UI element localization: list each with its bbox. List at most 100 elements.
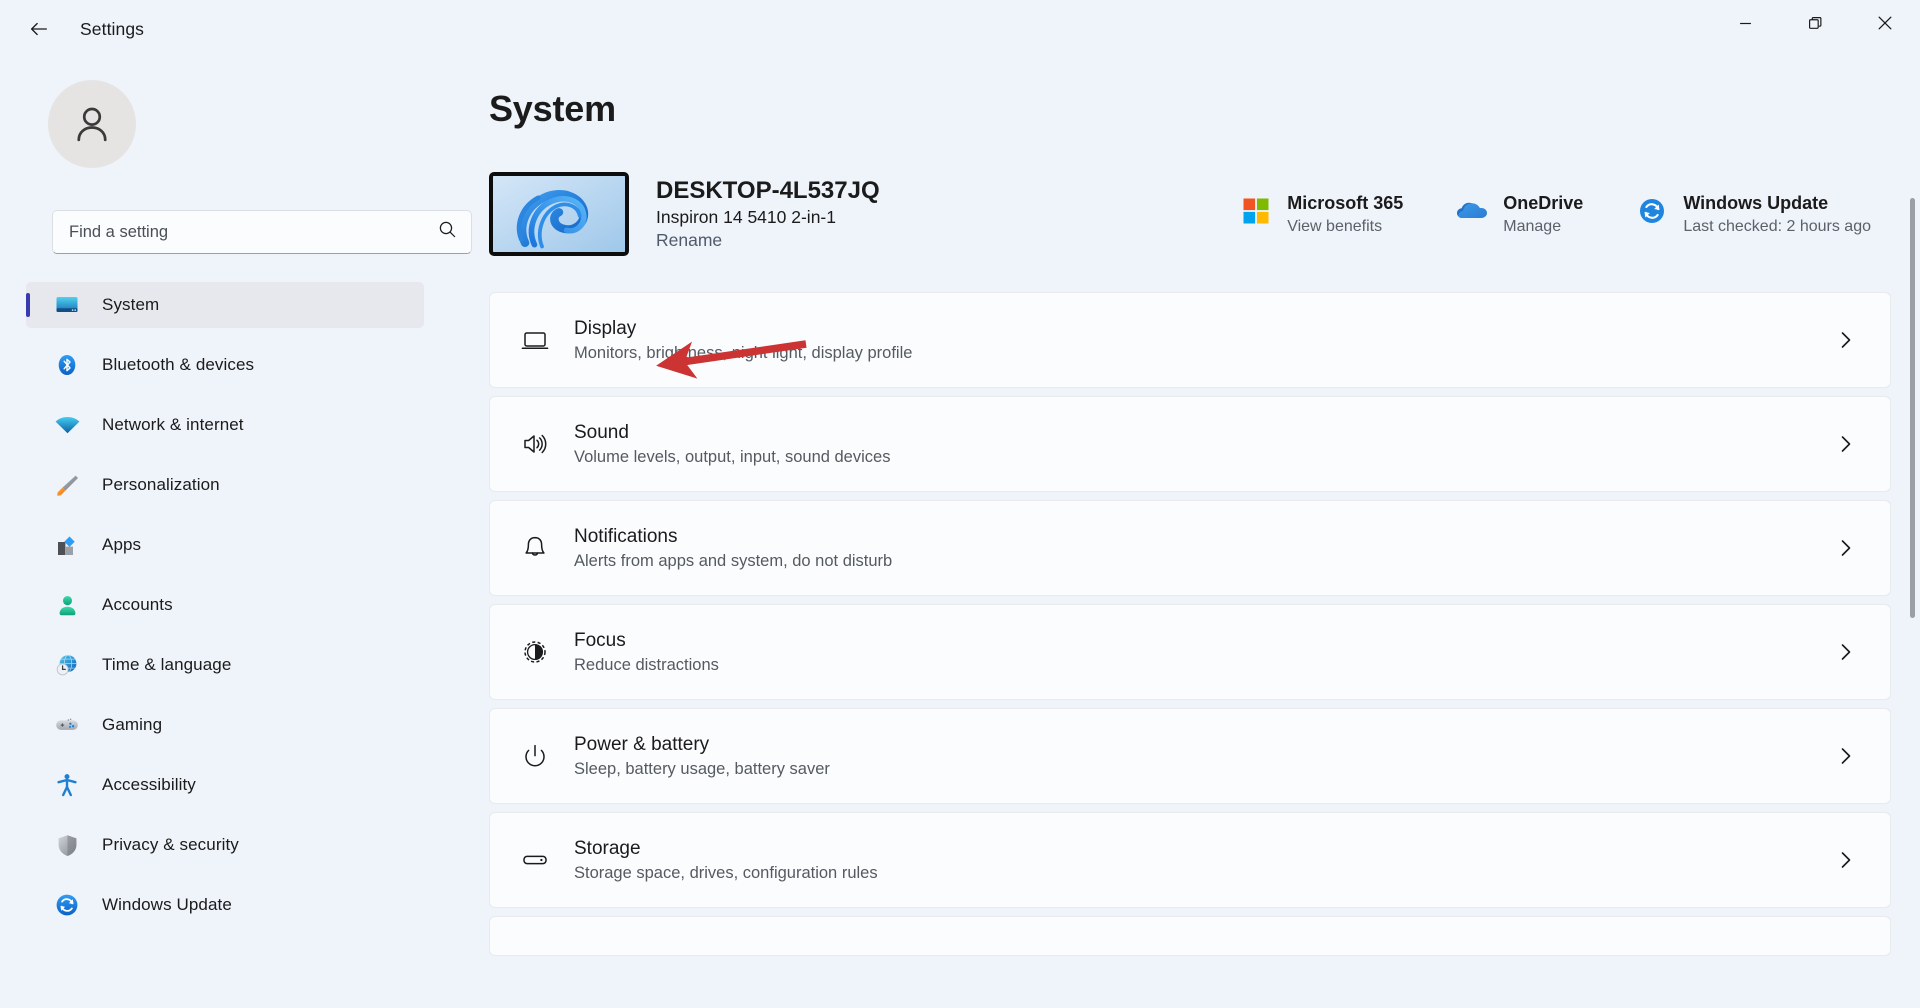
quick-link-microsoft-365[interactable]: Microsoft 365 View benefits xyxy=(1231,186,1411,242)
chevron-right-icon xyxy=(1839,329,1854,351)
sidebar: System Bluetooth & devices xyxy=(0,58,472,1008)
shield-icon xyxy=(52,830,82,860)
minimize-button[interactable] xyxy=(1710,0,1780,46)
settings-row-sound[interactable]: Sound Volume levels, output, input, soun… xyxy=(489,396,1891,492)
settings-row-title: Storage xyxy=(574,837,641,859)
scrollbar[interactable] xyxy=(1910,198,1915,1008)
chevron-right-icon xyxy=(1839,641,1854,663)
sidebar-item-accessibility[interactable]: Accessibility xyxy=(26,762,424,808)
bell-icon xyxy=(512,525,558,571)
app-title: Settings xyxy=(80,18,145,39)
sidebar-item-label: Apps xyxy=(102,535,142,554)
settings-row-subtitle: Sleep, battery usage, battery saver xyxy=(574,760,830,779)
quick-link-subtitle: View benefits xyxy=(1287,217,1383,235)
microsoft-logo-icon xyxy=(1239,194,1273,228)
sidebar-item-personalization[interactable]: Personalization xyxy=(26,462,424,508)
sidebar-item-network-internet[interactable]: Network & internet xyxy=(26,402,424,448)
close-button[interactable] xyxy=(1850,0,1920,46)
power-icon xyxy=(512,733,558,779)
sidebar-item-label: Privacy & security xyxy=(102,835,239,854)
sidebar-item-label: Time & language xyxy=(102,655,232,674)
gamepad-icon xyxy=(52,710,82,740)
sidebar-item-label: Network & internet xyxy=(102,415,244,434)
chevron-right-icon xyxy=(1839,849,1854,871)
update-refresh-icon xyxy=(1635,194,1669,228)
sidebar-item-system[interactable]: System xyxy=(26,282,424,328)
focus-moon-icon xyxy=(512,629,558,675)
paintbrush-icon xyxy=(52,470,82,500)
page-title: System xyxy=(489,88,616,129)
display-monitor-icon xyxy=(512,317,558,363)
sidebar-item-label: System xyxy=(102,295,160,314)
chevron-right-icon xyxy=(1839,537,1854,559)
search-box[interactable] xyxy=(52,210,472,254)
maximize-button[interactable] xyxy=(1780,0,1850,46)
monitor-icon xyxy=(52,290,82,320)
device-header: DESKTOP-4L537JQ Inspiron 14 5410 2-in-1 … xyxy=(489,172,1879,256)
sidebar-item-label: Accessibility xyxy=(102,775,196,794)
settings-window: Settings Find a setting System Bluetooth… xyxy=(0,0,1920,1008)
settings-row-display[interactable]: Display Monitors, brightness, night ligh… xyxy=(489,292,1891,388)
quick-link-title: Microsoft 365 xyxy=(1287,193,1404,214)
settings-row-subtitle: Storage space, drives, configuration rul… xyxy=(574,864,878,883)
sidebar-item-windows-update[interactable]: Windows Update xyxy=(26,882,424,928)
search-input[interactable] xyxy=(69,222,438,242)
quick-link-subtitle: Last checked: 2 hours ago xyxy=(1683,217,1871,235)
settings-row-focus[interactable]: Focus Reduce distractions xyxy=(489,604,1891,700)
rename-link[interactable]: Rename xyxy=(656,230,722,251)
sidebar-item-privacy-security[interactable]: Privacy & security xyxy=(26,822,424,868)
settings-row-partial[interactable] xyxy=(489,916,1891,956)
settings-row-storage[interactable]: Storage Storage space, drives, configura… xyxy=(489,812,1891,908)
person-icon xyxy=(52,590,82,620)
settings-row-notifications[interactable]: Notifications Alerts from apps and syste… xyxy=(489,500,1891,596)
accessibility-icon xyxy=(52,770,82,800)
settings-row-title: Notifications xyxy=(574,525,678,547)
quick-link-title: OneDrive xyxy=(1503,193,1584,214)
update-refresh-icon xyxy=(52,890,82,920)
wifi-icon xyxy=(52,410,82,440)
scrollbar-thumb[interactable] xyxy=(1910,198,1915,618)
settings-row-subtitle: Monitors, brightness, night light, displ… xyxy=(574,344,913,363)
storage-drive-icon xyxy=(512,837,558,883)
device-model: Inspiron 14 5410 2-in-1 xyxy=(656,207,836,228)
globe-clock-icon xyxy=(52,650,82,680)
sidebar-item-gaming[interactable]: Gaming xyxy=(26,702,424,748)
window-controls xyxy=(1710,0,1920,46)
settings-row-title: Power & battery xyxy=(574,733,710,755)
sidebar-item-apps[interactable]: Apps xyxy=(26,522,424,568)
quick-links: Microsoft 365 View benefits OneDrive Man… xyxy=(1231,186,1879,242)
chevron-right-icon xyxy=(1839,745,1854,767)
bluetooth-icon xyxy=(52,350,82,380)
sidebar-item-time-language[interactable]: Time & language xyxy=(26,642,424,688)
sidebar-item-bluetooth-devices[interactable]: Bluetooth & devices xyxy=(26,342,424,388)
back-button[interactable] xyxy=(16,10,62,48)
settings-row-power-battery[interactable]: Power & battery Sleep, battery usage, ba… xyxy=(489,708,1891,804)
settings-row-title: Sound xyxy=(574,421,629,443)
sidebar-item-label: Bluetooth & devices xyxy=(102,355,255,374)
sidebar-nav: System Bluetooth & devices Network & int… xyxy=(26,282,424,928)
sidebar-item-label: Personalization xyxy=(102,475,220,494)
quick-link-windows-update[interactable]: Windows Update Last checked: 2 hours ago xyxy=(1627,186,1879,242)
chevron-right-icon xyxy=(1839,433,1854,455)
settings-row-subtitle: Reduce distractions xyxy=(574,656,719,675)
sidebar-item-label: Windows Update xyxy=(102,895,232,914)
settings-row-subtitle: Volume levels, output, input, sound devi… xyxy=(574,448,891,467)
settings-list: Display Monitors, brightness, night ligh… xyxy=(489,292,1891,956)
main-content: System DESKTOP-4L537JQ Inspiron 14 5410 … xyxy=(448,58,1920,1008)
quick-link-onedrive[interactable]: OneDrive Manage xyxy=(1447,186,1591,242)
quick-link-subtitle: Manage xyxy=(1503,217,1562,235)
device-thumbnail xyxy=(489,172,629,256)
sidebar-item-label: Accounts xyxy=(102,595,173,614)
avatar[interactable] xyxy=(48,80,136,168)
sidebar-item-accounts[interactable]: Accounts xyxy=(26,582,424,628)
sidebar-item-label: Gaming xyxy=(102,715,163,734)
settings-row-title: Display xyxy=(574,317,637,339)
speaker-icon xyxy=(512,421,558,467)
settings-row-subtitle: Alerts from apps and system, do not dist… xyxy=(574,552,893,571)
apps-icon xyxy=(52,530,82,560)
quick-link-title: Windows Update xyxy=(1683,193,1829,214)
onedrive-cloud-icon xyxy=(1455,194,1489,228)
device-info: DESKTOP-4L537JQ Inspiron 14 5410 2-in-1 … xyxy=(656,177,880,251)
settings-row-title: Focus xyxy=(574,629,626,651)
title-bar: Settings xyxy=(0,0,1920,58)
